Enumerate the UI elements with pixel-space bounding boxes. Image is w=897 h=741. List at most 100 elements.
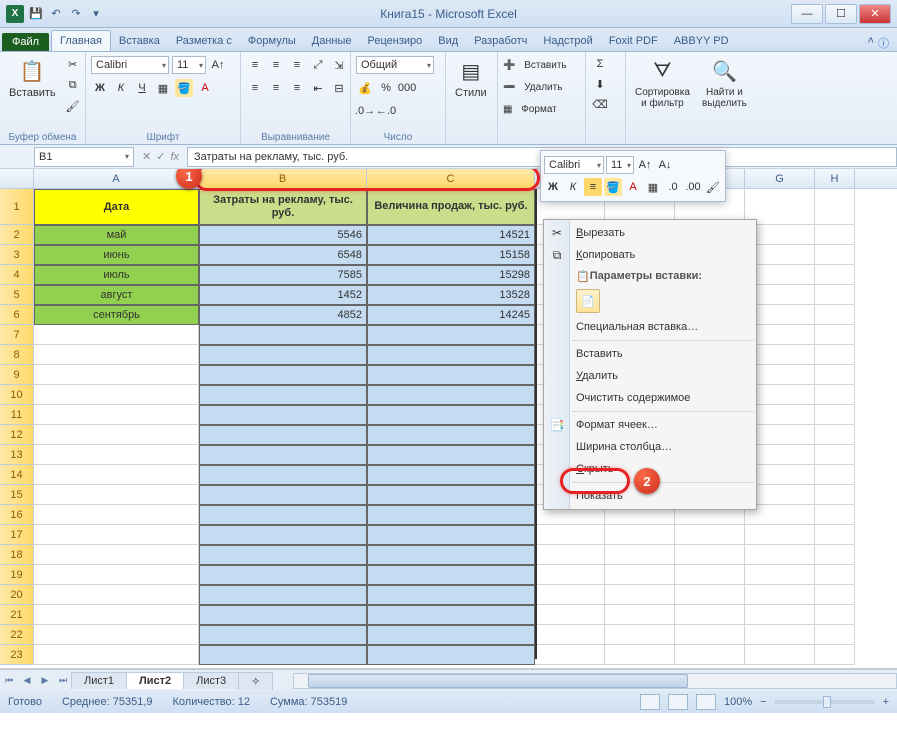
cell[interactable] xyxy=(535,645,605,665)
ctx-format-cells[interactable]: 📑Формат ячеек… xyxy=(544,414,756,436)
cell[interactable]: 1452 xyxy=(199,285,367,305)
cell[interactable] xyxy=(815,445,855,465)
zoom-out-icon[interactable]: − xyxy=(760,696,766,708)
cell[interactable] xyxy=(815,605,855,625)
cell[interactable] xyxy=(815,365,855,385)
ctx-cut[interactable]: ✂Вырезать xyxy=(544,222,756,244)
cell[interactable] xyxy=(199,445,367,465)
cell[interactable] xyxy=(815,325,855,345)
cell[interactable]: 6548 xyxy=(199,245,367,265)
clear-icon[interactable]: ⌫ xyxy=(591,95,609,113)
cell[interactable] xyxy=(675,545,745,565)
select-all-corner[interactable] xyxy=(0,169,34,189)
cell[interactable] xyxy=(815,405,855,425)
cell[interactable]: 15298 xyxy=(367,265,535,285)
cell[interactable]: Дата xyxy=(34,189,199,225)
cell[interactable]: июль xyxy=(34,265,199,285)
cell[interactable]: 4852 xyxy=(199,305,367,325)
cell[interactable]: август xyxy=(34,285,199,305)
comma-icon[interactable]: 000 xyxy=(398,79,416,97)
cell[interactable]: 14245 xyxy=(367,305,535,325)
cell[interactable] xyxy=(199,345,367,365)
col-header-h[interactable]: H xyxy=(815,169,855,188)
ctx-clear[interactable]: Очистить содержимое xyxy=(544,387,756,409)
bold-button[interactable]: Ж xyxy=(91,79,109,97)
zoom-in-icon[interactable]: + xyxy=(883,696,889,708)
mini-grow-icon[interactable]: A↑ xyxy=(636,156,654,174)
mini-font-combo[interactable]: Calibri xyxy=(544,156,604,174)
cell[interactable] xyxy=(199,325,367,345)
tab-formulas[interactable]: Формулы xyxy=(240,31,304,51)
sheet-nav-first[interactable]: ⏮ xyxy=(0,672,18,690)
row-header-6[interactable]: 6 xyxy=(0,305,34,325)
cell[interactable] xyxy=(199,505,367,525)
cell[interactable] xyxy=(675,565,745,585)
cell[interactable]: 13528 xyxy=(367,285,535,305)
cell[interactable] xyxy=(199,605,367,625)
minimize-button[interactable]: — xyxy=(791,4,823,24)
cell[interactable] xyxy=(367,425,535,445)
cell[interactable] xyxy=(815,645,855,665)
tab-foxit[interactable]: Foxit PDF xyxy=(601,31,666,51)
cell[interactable] xyxy=(745,565,815,585)
cut-icon[interactable]: ✂ xyxy=(64,55,82,73)
font-color-button[interactable]: A xyxy=(196,79,214,97)
row-header-23[interactable]: 23 xyxy=(0,645,34,665)
styles-button[interactable]: ▤ Стили xyxy=(451,55,491,101)
font-name-combo[interactable]: Calibri xyxy=(91,56,169,74)
cell[interactable] xyxy=(815,565,855,585)
mini-align[interactable]: ≡ xyxy=(584,178,602,196)
cell[interactable] xyxy=(367,345,535,365)
cell[interactable] xyxy=(815,265,855,285)
cell[interactable] xyxy=(815,585,855,605)
sheet-nav-prev[interactable]: ◀ xyxy=(18,672,36,690)
mini-italic[interactable]: К xyxy=(564,178,582,196)
tab-developer[interactable]: Разработч xyxy=(466,31,535,51)
cell[interactable] xyxy=(745,545,815,565)
mini-bold[interactable]: Ж xyxy=(544,178,562,196)
ribbon-minimize-icon[interactable]: ˄ xyxy=(868,35,874,51)
row-header-17[interactable]: 17 xyxy=(0,525,34,545)
dec-decimal-icon[interactable]: ←.0 xyxy=(377,102,395,120)
qat-save-icon[interactable]: 💾 xyxy=(28,6,44,22)
cell[interactable] xyxy=(34,605,199,625)
cell[interactable] xyxy=(367,325,535,345)
cell[interactable] xyxy=(367,545,535,565)
col-header-a[interactable]: A xyxy=(34,169,199,188)
cell[interactable] xyxy=(745,605,815,625)
cells-format[interactable]: ▦ Формат xyxy=(503,99,557,119)
zoom-slider[interactable] xyxy=(775,700,875,704)
ctx-paste-option[interactable]: 📄 xyxy=(544,286,756,316)
cell[interactable]: 14521 xyxy=(367,225,535,245)
cell[interactable] xyxy=(815,189,855,225)
cell[interactable] xyxy=(605,645,675,665)
col-header-c[interactable]: C xyxy=(367,169,535,188)
paste-button[interactable]: 📋 Вставить xyxy=(5,55,60,101)
cell[interactable]: 15158 xyxy=(367,245,535,265)
cell[interactable] xyxy=(34,385,199,405)
cell[interactable] xyxy=(815,305,855,325)
row-header-19[interactable]: 19 xyxy=(0,565,34,585)
cell[interactable] xyxy=(675,585,745,605)
merge-icon[interactable]: ⊟ xyxy=(330,79,348,97)
sheet-tab-2[interactable]: Лист2 xyxy=(126,672,184,689)
cell[interactable] xyxy=(605,545,675,565)
cell[interactable] xyxy=(605,605,675,625)
cell[interactable] xyxy=(199,425,367,445)
cell[interactable] xyxy=(367,645,535,665)
col-header-g[interactable]: G xyxy=(745,169,815,188)
fill-color-button[interactable]: 🪣 xyxy=(175,79,193,97)
cell[interactable] xyxy=(199,585,367,605)
cell[interactable] xyxy=(34,405,199,425)
border-button[interactable]: ▦ xyxy=(154,79,172,97)
tab-insert[interactable]: Вставка xyxy=(111,31,168,51)
cell[interactable] xyxy=(34,545,199,565)
sort-filter-button[interactable]: ᗊ Сортировка и фильтр xyxy=(631,55,694,111)
cell[interactable] xyxy=(34,365,199,385)
mini-format-painter[interactable]: 🖌 xyxy=(704,178,722,196)
row-header-2[interactable]: 2 xyxy=(0,225,34,245)
cell[interactable] xyxy=(34,645,199,665)
ctx-paste-special[interactable]: Специальная вставка… xyxy=(544,316,756,338)
autosum-icon[interactable]: Σ xyxy=(591,55,609,73)
sheet-new[interactable]: ✧ xyxy=(238,672,273,690)
